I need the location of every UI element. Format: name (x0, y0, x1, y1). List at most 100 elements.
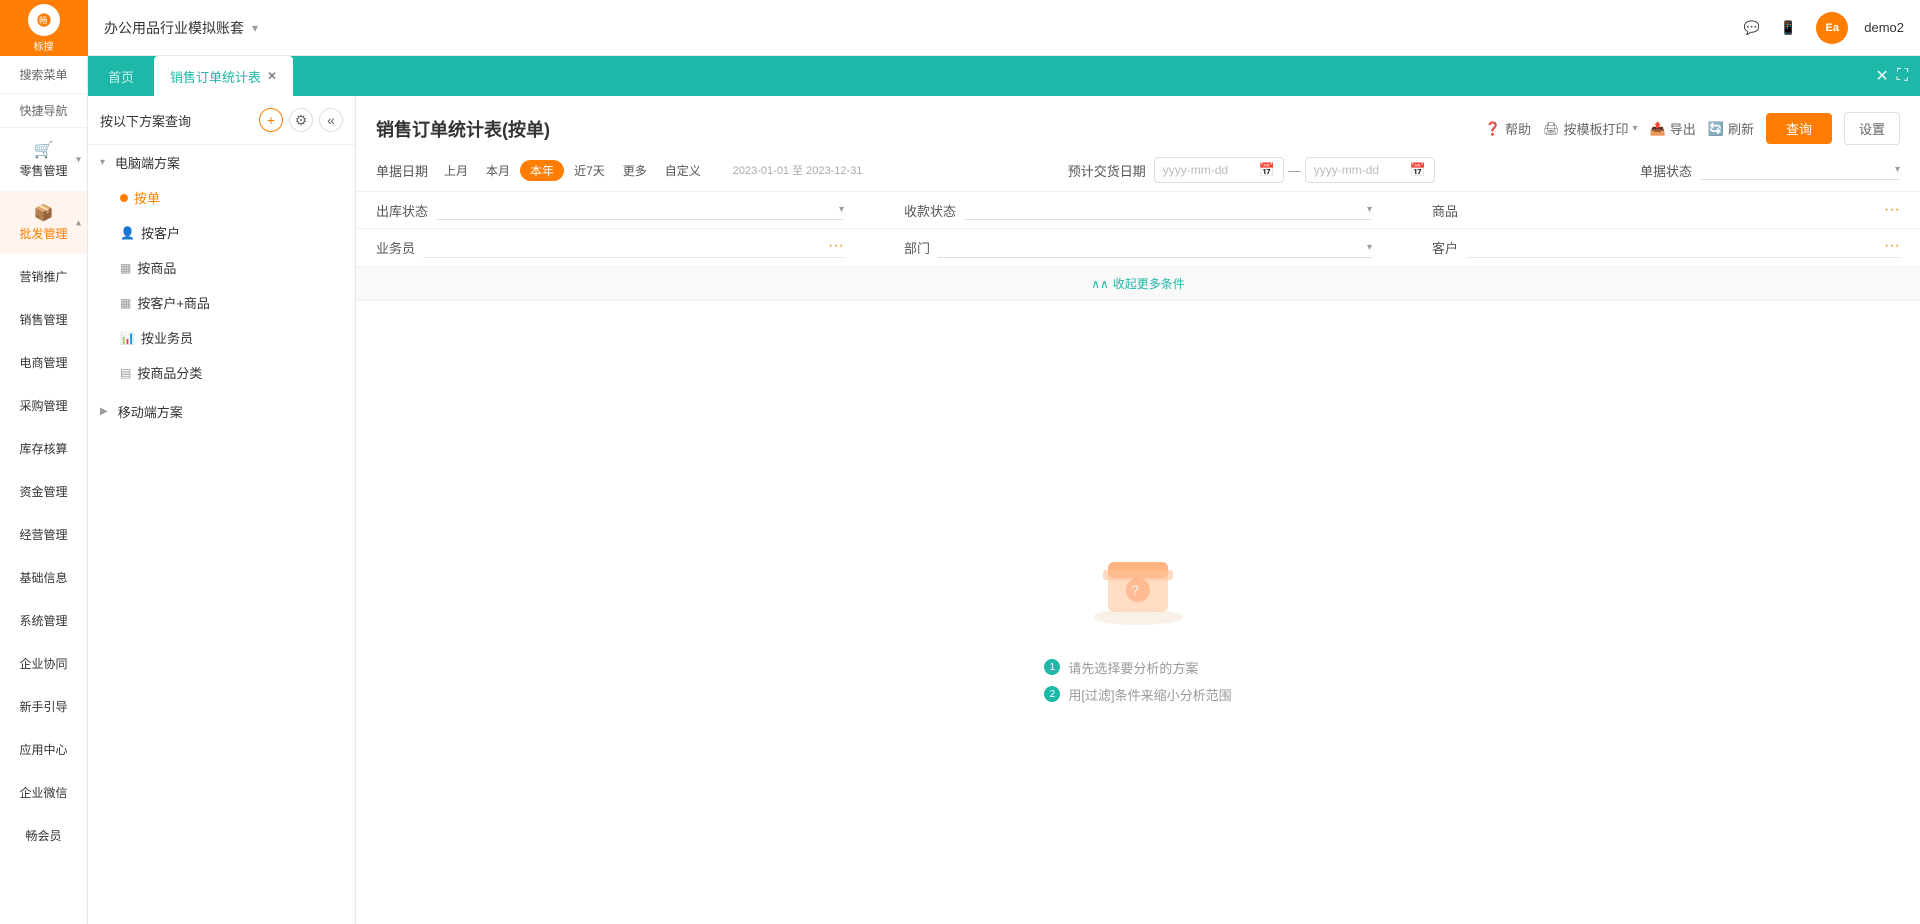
download-icon: 📱 (1780, 20, 1796, 36)
sidebar-item-enterprise[interactable]: 企业协同 (0, 641, 87, 684)
right-panel: 销售订单统计表(按单) ❓ 帮助 🖨 按模板打印 ▾ 📤 导出 (356, 96, 1920, 924)
retail-expand-icon: ▾ (76, 154, 81, 165)
delivery-status-select[interactable]: ▾ (436, 200, 844, 220)
refresh-btn[interactable]: 🔄 刷新 (1708, 119, 1754, 138)
add-scheme-btn[interactable]: + (259, 108, 283, 132)
date-btn-this-year[interactable]: 本年 (520, 160, 564, 181)
goods-dots-btn[interactable]: ··· (1884, 201, 1900, 219)
hint-num-2: 2 (1044, 686, 1060, 702)
calendar-start-icon: 📅 (1259, 162, 1275, 178)
customer-filter-label: 客户 (1432, 238, 1458, 257)
top-header: 办公用品行业模拟账套 ▾ 💬 📱 Ea demo2 (88, 0, 1920, 56)
sidebar-item-marketing[interactable]: 营销推广 (0, 254, 87, 297)
refresh-label: 刷新 (1728, 119, 1754, 138)
sidebar-search-item[interactable]: 搜索菜单 (0, 56, 87, 94)
delivery-dropdown-icon: ▾ (839, 204, 844, 215)
tree-item-by-cust-goods[interactable]: ▦ 按客户+商品 (88, 285, 355, 320)
tree-section-mobile[interactable]: ▶ 移动端方案 (88, 394, 355, 429)
sidebar-item-system[interactable]: 系统管理 (0, 598, 87, 641)
date-btn-last-month[interactable]: 上月 (436, 160, 476, 181)
tree-item-by-goods-cat[interactable]: ▤ 按商品分类 (88, 355, 355, 390)
date-btn-custom[interactable]: 自定义 (657, 160, 709, 181)
sidebar: 畅 标搜 搜索菜单 快捷导航 🛒 零售管理 ▾ 📦 批发管理 ▴ 营销推广 销售… (0, 0, 88, 924)
expected-date-end-text: yyyy-mm-dd (1314, 163, 1379, 177)
search-button[interactable]: 查询 (1766, 113, 1832, 144)
sidebar-item-ecommerce[interactable]: 电商管理 (0, 340, 87, 383)
sidebar-logo[interactable]: 畅 标搜 (0, 0, 88, 56)
sidebar-quick-item[interactable]: 快捷导航 (0, 94, 87, 128)
sidebar-item-sales[interactable]: 销售管理 (0, 297, 87, 340)
by-cust-goods-icon: ▦ (120, 296, 131, 310)
tree-item-by-goods[interactable]: ▦ 按商品 (88, 250, 355, 285)
tab-sales-stat[interactable]: 销售订单统计表 ✕ (154, 56, 293, 96)
avatar-text: Ea (1826, 22, 1839, 34)
date-btn-7days[interactable]: 近7天 (566, 160, 613, 181)
template-print-btn[interactable]: 🖨 按模板打印 ▾ (1543, 119, 1638, 138)
message-btn[interactable]: 💬 (1744, 20, 1764, 36)
sidebar-item-wholesale[interactable]: 📦 批发管理 ▴ (0, 191, 87, 254)
sidebar-item-finance[interactable]: 资金管理 (0, 469, 87, 512)
collapse-bar: ∧∧ 收起更多条件 (356, 267, 1920, 301)
sidebar-item-retail[interactable]: 🛒 零售管理 ▾ (0, 128, 87, 191)
settings-scheme-btn[interactable]: ⚙ (289, 108, 313, 132)
sidebar-item-retail-label: 零售管理 (19, 162, 67, 179)
goods-filter-label: 商品 (1432, 201, 1458, 220)
sidebar-item-basic[interactable]: 基础信息 (0, 555, 87, 598)
print-icon: 🖨 (1543, 121, 1560, 137)
sidebar-item-system-label: 系统管理 (19, 612, 67, 629)
collapse-panel-btn[interactable]: « (319, 108, 343, 132)
settings-button[interactable]: 设置 (1844, 112, 1900, 145)
by-goods-icon: ▦ (120, 261, 131, 275)
sidebar-item-ecommerce-label: 电商管理 (19, 354, 67, 371)
export-btn[interactable]: 📤 导出 (1650, 119, 1696, 138)
username-label: demo2 (1864, 20, 1904, 35)
sidebar-item-newbie[interactable]: 新手引导 (0, 684, 87, 727)
tab-maximize-btn[interactable]: ⛶ (1897, 67, 1908, 85)
page-title: 销售订单统计表(按单) (376, 116, 550, 142)
tree-item-by-order[interactable]: 按单 (88, 180, 355, 215)
status-select[interactable]: ▾ (1700, 160, 1900, 180)
sidebar-item-appcenter-label: 应用中心 (19, 741, 67, 758)
app-download-btn[interactable]: 📱 (1780, 20, 1800, 36)
sidebar-item-inventory[interactable]: 库存核算 (0, 426, 87, 469)
tree-item-by-salesman[interactable]: 📊 按业务员 (88, 320, 355, 355)
left-panel: 按以下方案查询 + ⚙ « ▾ 电脑端方案 (88, 96, 356, 924)
sidebar-item-newbie-label: 新手引导 (19, 698, 67, 715)
user-avatar[interactable]: Ea (1816, 12, 1848, 44)
help-btn[interactable]: ❓ 帮助 (1485, 119, 1531, 138)
payment-status-select[interactable]: ▾ (964, 200, 1372, 220)
tab-close-btn[interactable]: ✕ (267, 69, 277, 83)
title-dropdown-btn[interactable]: ▾ (252, 21, 258, 35)
filter-row-3: 业务员 ··· 部门 ▾ 客户 ··· (356, 229, 1920, 267)
collapse-label: 收起更多条件 (1113, 275, 1185, 292)
svg-text:?: ? (1131, 582, 1139, 598)
department-select[interactable]: ▾ (938, 238, 1372, 258)
wholesale-expand-icon: ▴ (76, 217, 81, 228)
payment-dropdown-icon: ▾ (1367, 204, 1372, 215)
expected-date-start[interactable]: yyyy-mm-dd 📅 (1154, 157, 1284, 183)
empty-hints: 1 请先选择要分析的方案 2 用[过滤]条件来缩小分析范围 (1044, 658, 1231, 704)
date-filter-group: 单据日期 上月 本月 本年 近7天 更多 自定义 (376, 160, 709, 181)
tab-close-window-btn[interactable]: ✕ (1875, 66, 1888, 86)
sidebar-item-operation[interactable]: 经营管理 (0, 512, 87, 555)
salesman-filter-label: 业务员 (376, 238, 415, 257)
customer-dots-btn[interactable]: ··· (1884, 237, 1900, 255)
date-btn-this-month[interactable]: 本月 (478, 160, 518, 181)
collapse-more-btn[interactable]: ∧∧ 收起更多条件 (1091, 275, 1185, 292)
tab-home[interactable]: 首页 (88, 56, 154, 96)
salesman-dots-btn[interactable]: ··· (828, 237, 844, 255)
collapse-up-icon: ∧∧ (1091, 277, 1109, 291)
left-panel-title: 按以下方案查询 (100, 111, 191, 130)
sidebar-item-appcenter[interactable]: 应用中心 (0, 727, 87, 770)
tree-section-pc[interactable]: ▾ 电脑端方案 (88, 145, 355, 180)
expected-date-end[interactable]: yyyy-mm-dd 📅 (1305, 157, 1435, 183)
date-btn-more[interactable]: 更多 (615, 160, 655, 181)
tree-by-salesman-label: 按业务员 (141, 328, 193, 347)
sidebar-item-wechat[interactable]: 企业微信 (0, 770, 87, 813)
tree-item-by-customer[interactable]: 👤 按客户 (88, 215, 355, 250)
payment-status-label: 收款状态 (904, 201, 956, 220)
sidebar-item-basic-label: 基础信息 (19, 569, 67, 586)
sidebar-item-member[interactable]: 畅会员 (0, 813, 87, 856)
sidebar-item-purchase[interactable]: 采购管理 (0, 383, 87, 426)
tab-actions: ✕ ⛶ (1875, 66, 1920, 86)
